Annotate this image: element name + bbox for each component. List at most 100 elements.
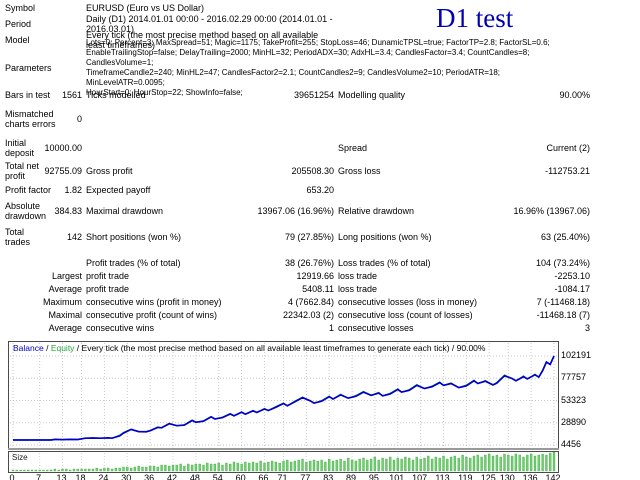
size-bar bbox=[229, 463, 232, 472]
size-bar bbox=[126, 466, 129, 472]
table-row-initial-deposit: Initial deposit 10000.00 Spread Current (2) bbox=[0, 136, 640, 160]
size-bar bbox=[358, 458, 361, 472]
size-bar bbox=[282, 460, 285, 472]
size-bar bbox=[194, 463, 198, 472]
bars-in-test-c4: 39651254 bbox=[293, 90, 334, 100]
total-trades-c6: 63 (25.40%) bbox=[540, 232, 590, 242]
size-bar bbox=[495, 454, 499, 472]
total-net-profit-c6: -112753.21 bbox=[545, 166, 590, 176]
size-bar bbox=[533, 455, 537, 472]
size-bar bbox=[175, 464, 178, 472]
size-bar bbox=[309, 460, 312, 472]
size-bar bbox=[141, 466, 144, 472]
size-bar bbox=[68, 469, 72, 472]
size-bar bbox=[84, 468, 87, 472]
size-bar bbox=[510, 455, 514, 472]
average-trade-c2: Average bbox=[48, 283, 82, 294]
total-net-profit-c2: 92755.09 bbox=[44, 166, 82, 176]
balance-equity-chart: Balance / Equity / Every tick (the most … bbox=[8, 341, 559, 449]
size-bar bbox=[289, 461, 293, 472]
size-bar bbox=[430, 458, 434, 472]
table-row-average-trade: Average profit trade 5408.11 loss trade -108… bbox=[0, 282, 640, 295]
size-bar bbox=[240, 463, 243, 472]
table-row-mismatched-charts-errors: Mismatched charts errors 0 bbox=[0, 102, 640, 136]
size-bar bbox=[30, 469, 34, 472]
size-bar bbox=[491, 455, 495, 472]
size-bar bbox=[442, 455, 445, 472]
initial-deposit-c2: 10000.00 bbox=[44, 143, 82, 153]
size-bar bbox=[446, 458, 449, 472]
size-bar bbox=[343, 460, 346, 472]
size-bar bbox=[514, 453, 518, 472]
table-row-largest-trade: Largest profit trade 12919.66 loss trade -22… bbox=[0, 269, 640, 282]
maximum-consecutive-c6: 7 (-11468.18) bbox=[536, 296, 590, 307]
size-bar bbox=[389, 456, 392, 472]
size-bar bbox=[293, 460, 297, 472]
size-bar bbox=[484, 454, 487, 472]
size-bar bbox=[217, 462, 220, 472]
size-bar bbox=[469, 457, 472, 472]
size-bar bbox=[377, 459, 380, 472]
size-bar bbox=[453, 455, 457, 472]
parameters-lines: Lots=0; Percent=3; MaxSpread=51; Magic=1… bbox=[86, 38, 556, 97]
y-axis-label: 77757 bbox=[561, 372, 587, 383]
size-bar bbox=[103, 467, 106, 472]
size-bar bbox=[156, 466, 159, 472]
size-bar bbox=[286, 459, 289, 472]
size-bar bbox=[76, 468, 79, 472]
profit-trades-c4: 38 (26.76%) bbox=[284, 257, 334, 268]
size-bar bbox=[259, 460, 262, 472]
size-bar bbox=[179, 463, 182, 472]
x-axis-label: 101 bbox=[389, 473, 405, 480]
size-bar bbox=[545, 454, 548, 472]
size-bar bbox=[316, 460, 319, 472]
x-axis-label: 60 bbox=[235, 473, 246, 480]
size-bar bbox=[339, 458, 342, 472]
x-axis-label: 0 bbox=[9, 473, 15, 480]
size-bar bbox=[46, 469, 49, 472]
size-bar bbox=[408, 457, 411, 472]
symbol-c1: Symbol bbox=[5, 3, 36, 13]
profit-factor-c2: 1.82 bbox=[64, 185, 82, 195]
size-bar bbox=[27, 469, 30, 472]
size-bar bbox=[145, 466, 148, 472]
size-bar bbox=[278, 462, 281, 472]
size-bar bbox=[400, 458, 403, 472]
size-bar bbox=[488, 453, 491, 472]
bars-in-test-c6: 90.00% bbox=[559, 90, 590, 100]
size-bar bbox=[11, 469, 15, 472]
size-bar bbox=[549, 452, 552, 472]
size-bar bbox=[88, 468, 91, 472]
size-bar bbox=[324, 461, 327, 472]
total-trades-c4: 79 (27.85%) bbox=[284, 232, 334, 242]
size-bar bbox=[335, 459, 338, 472]
table-row-total-trades: Total trades 142 Short positions (won %) 79… bbox=[0, 224, 640, 250]
size-bar bbox=[190, 464, 194, 472]
table-row-profit-trades: Profit trades (% of total) 38 (26.76%) Los… bbox=[0, 256, 640, 269]
x-axis-label: 54 bbox=[212, 473, 223, 480]
size-bar bbox=[419, 458, 422, 472]
size-bar bbox=[15, 469, 18, 472]
size-bar bbox=[499, 456, 502, 472]
mismatched-charts-errors-c2: 0 bbox=[76, 114, 82, 124]
x-axis-label: 42 bbox=[166, 473, 177, 480]
size-bar bbox=[236, 462, 239, 472]
size-bar bbox=[149, 465, 152, 472]
size-bar bbox=[369, 458, 373, 472]
size-bar bbox=[503, 453, 506, 472]
size-bar bbox=[305, 461, 308, 472]
largest-trade-c6: -2253.10 bbox=[554, 270, 590, 281]
table-row-absolute-drawdown: Absolute drawdown 384.83 Maximal drawdown 1… bbox=[0, 198, 640, 224]
parameters-line: TimeframeCandle2=240; MinHL2=47; Candles… bbox=[86, 68, 501, 87]
total-trades-c2: 142 bbox=[66, 232, 82, 242]
y-axis-label: 102191 bbox=[561, 350, 592, 360]
grid-lines bbox=[10, 343, 557, 447]
average-consecutive-c2: Average bbox=[48, 322, 82, 333]
size-bar bbox=[133, 466, 137, 472]
legend-separator: / bbox=[44, 343, 51, 353]
size-bar bbox=[206, 462, 209, 472]
maximal-consecutive-c2: Maximal bbox=[48, 309, 82, 320]
size-bar bbox=[518, 454, 521, 472]
average-trade-c6: -1084.17 bbox=[554, 283, 590, 294]
y-axis-label: 4456 bbox=[561, 439, 582, 449]
